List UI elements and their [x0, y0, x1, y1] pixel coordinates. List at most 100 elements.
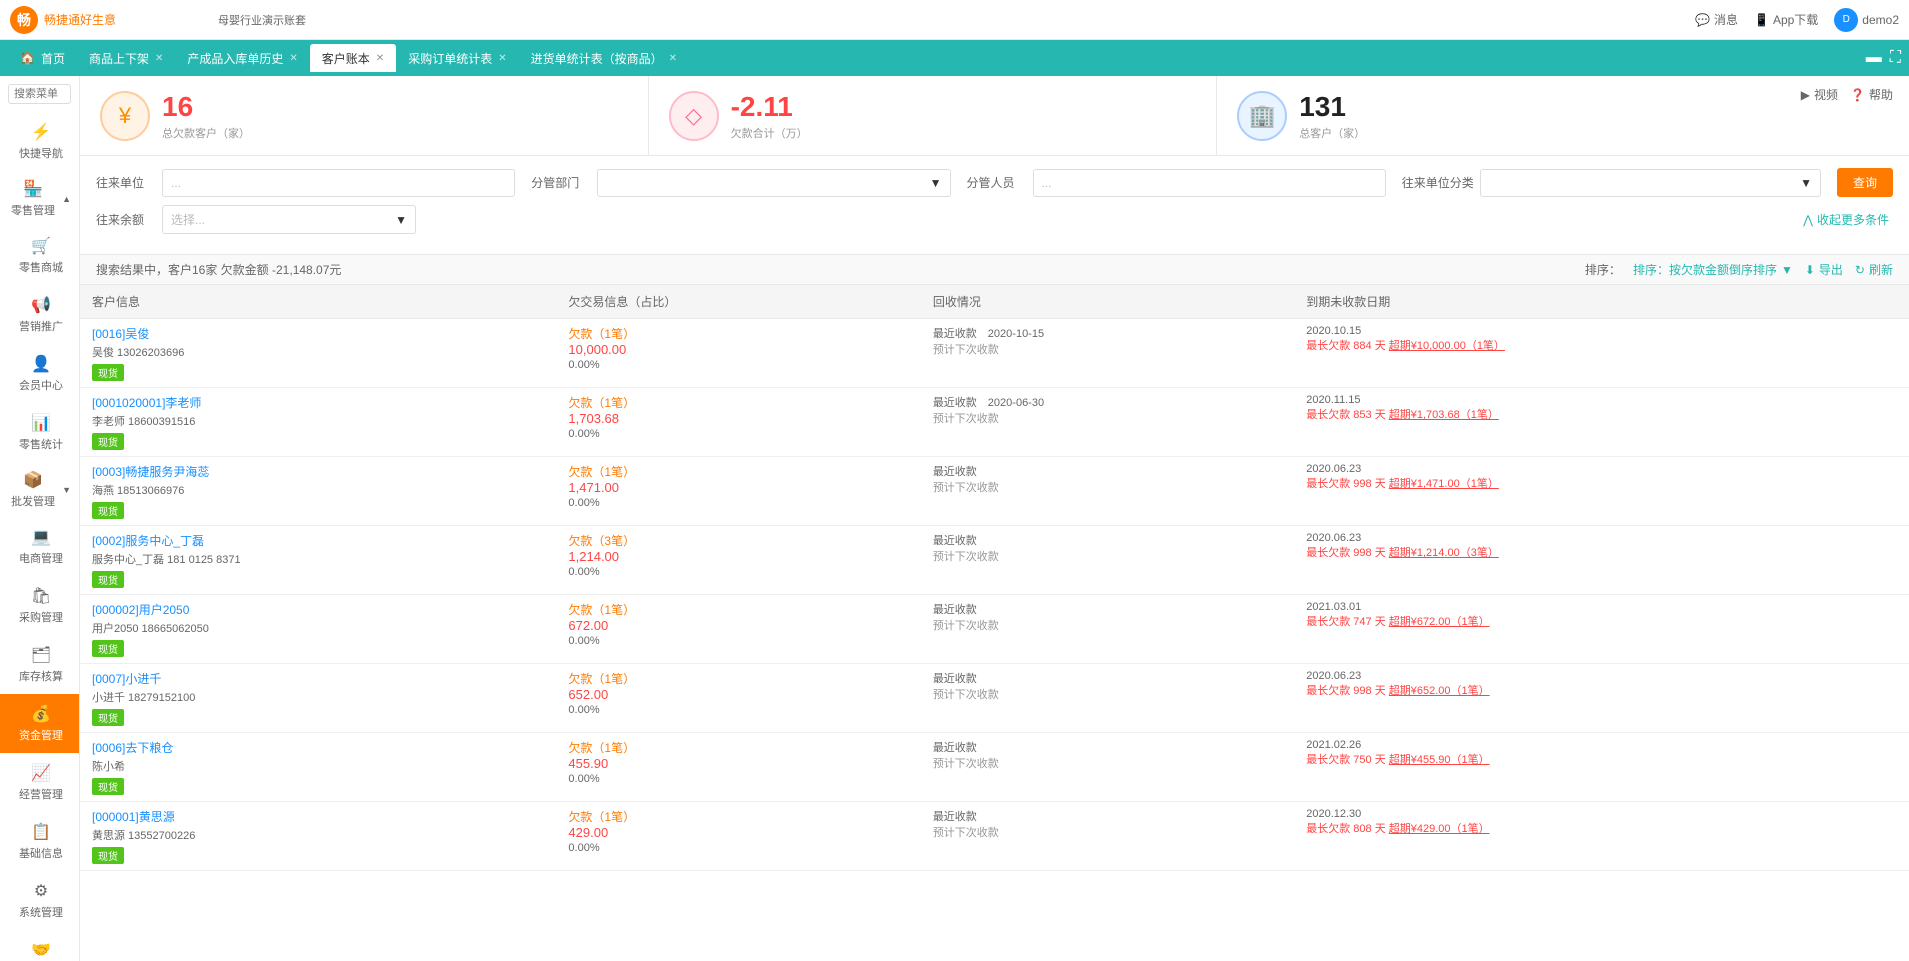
sidebar-item-enterprise[interactable]: 🤝 企业协同: [0, 930, 79, 961]
owe-label-7: 欠款（1笔）: [568, 808, 908, 825]
customer-name-6[interactable]: [0006]去下粮仓: [92, 739, 544, 756]
sidebar-item-retail-stats[interactable]: 📊 零售统计: [0, 403, 79, 462]
sort-label: 排序：按欠款金额倒序排序: [1633, 261, 1777, 278]
overdue-link-5[interactable]: 超期¥652.00（1笔）: [1389, 685, 1490, 697]
overdue-link-4[interactable]: 超期¥672.00（1笔）: [1389, 616, 1490, 628]
recent-payment-6: 最近收款: [933, 739, 1282, 755]
sidebar-item-retail-mall[interactable]: 🛒 零售商城: [0, 226, 79, 285]
customer-name-7[interactable]: [000001]黄思源: [92, 808, 544, 825]
overdue-link-0[interactable]: 超期¥10,000.00（1笔）: [1389, 340, 1505, 352]
owe-amount-4[interactable]: 672.00: [568, 618, 908, 633]
video-btn[interactable]: ▶ 视频: [1801, 86, 1838, 103]
refresh-icon: ↻: [1855, 263, 1865, 277]
sidebar-item-member[interactable]: 👤 会员中心: [0, 344, 79, 403]
customer-name-2[interactable]: [0003]畅捷服务尹海蕊: [92, 463, 544, 480]
filter-unit-category-dropdown[interactable]: ▼: [1480, 169, 1821, 197]
overdue-link-2[interactable]: 超期¥1,471.00（1笔）: [1389, 478, 1499, 490]
col-owe-info: 欠交易信息（占比）: [556, 285, 920, 319]
table-row: [0003]畅捷服务尹海蕊 海燕 18513066976 现货 欠款（1笔） 1…: [80, 457, 1909, 526]
owe-amount-2[interactable]: 1,471.00: [568, 480, 908, 495]
owe-amount-7[interactable]: 429.00: [568, 825, 908, 840]
overdue-link-1[interactable]: 超期¥1,703.68（1笔）: [1389, 409, 1499, 421]
cell-owe-info-7: 欠款（1笔） 429.00 0.00%: [556, 802, 920, 871]
customer-name-4[interactable]: [000002]用户2050: [92, 601, 544, 618]
tab-product-offline-close[interactable]: ✕: [155, 53, 163, 64]
filter-dept-dropdown[interactable]: ▼: [597, 169, 950, 197]
sidebar-item-basic-info[interactable]: 📋 基础信息: [0, 812, 79, 871]
collapse-filter-btn[interactable]: ⋀ 收起更多条件: [1799, 207, 1893, 232]
overdue-link-6[interactable]: 超期¥455.90（1笔）: [1389, 754, 1490, 766]
retail-stats-icon: 📊: [31, 413, 51, 433]
app-download-btn[interactable]: 📱 App下载: [1754, 11, 1818, 28]
customer-name-5[interactable]: [0007]小进千: [92, 670, 544, 687]
sidebar-item-ecommerce[interactable]: 💻 电商管理: [0, 517, 79, 576]
overdue-link-7[interactable]: 超期¥429.00（1笔）: [1389, 823, 1490, 835]
customer-tag-6: 现货: [92, 778, 124, 795]
tab-customer-account-close[interactable]: ✕: [376, 53, 384, 64]
tab-inbound-stats-close[interactable]: ✕: [669, 53, 677, 64]
cell-payment-status-3: 最近收款 预计下次收款: [921, 526, 1294, 595]
batch-mgmt-arrow: ▼: [62, 485, 71, 495]
cell-customer-info-6: [0006]去下粮仓 陈小希 现货: [80, 733, 556, 802]
tab-inbound-stats[interactable]: 进货单统计表（按商品） ✕: [519, 44, 689, 72]
chevron-down-icon-2: ▼: [1800, 176, 1812, 190]
cell-owe-info-4: 欠款（1笔） 672.00 0.00%: [556, 595, 920, 664]
filter-person-input[interactable]: ...: [1033, 169, 1386, 197]
member-icon: 👤: [31, 354, 51, 374]
maximize-icon[interactable]: ⛶: [1890, 49, 1901, 67]
batch-mgmt-icon: 📦: [23, 470, 43, 490]
sort-dropdown[interactable]: 排序：按欠款金额倒序排序 ▼: [1633, 261, 1793, 278]
message-btn[interactable]: 💬 消息: [1695, 11, 1738, 28]
owe-amount-6[interactable]: 455.90: [568, 756, 908, 771]
tab-product-history-close[interactable]: ✕: [289, 53, 297, 64]
search-input[interactable]: [8, 84, 71, 104]
stock-check-icon: 🗂: [31, 645, 51, 665]
sidebar-item-quick-nav[interactable]: ⚡ 快捷导航: [0, 112, 79, 171]
sidebar-item-marketing[interactable]: 📢 营销推广: [0, 285, 79, 344]
customer-name-0[interactable]: [0016]吴俊: [92, 325, 544, 342]
customer-name-1[interactable]: [0001020001]李老师: [92, 394, 544, 411]
tab-home-label: 首页: [41, 50, 65, 67]
tab-purchase-order[interactable]: 采购订单统计表 ✕: [396, 44, 518, 72]
tab-product-offline-label: 商品上下架: [89, 50, 149, 67]
customer-phone-6: 陈小希: [92, 758, 544, 774]
customer-tag-7: 现货: [92, 847, 124, 864]
sidebar-item-purchase-mgmt[interactable]: 🛍 采购管理: [0, 576, 79, 635]
tab-product-offline[interactable]: 商品上下架 ✕: [77, 44, 175, 72]
stat-debt-customers-info: 16 总欠款客户（家）: [162, 91, 250, 141]
tab-product-history[interactable]: 产成品入库单历史 ✕: [175, 44, 309, 72]
user-menu[interactable]: D demo2: [1834, 8, 1899, 32]
owe-amount-1[interactable]: 1,703.68: [568, 411, 908, 426]
search-button[interactable]: 查询: [1837, 168, 1893, 197]
sidebar-item-batch-mgmt[interactable]: 📦 批发管理 ▼: [0, 462, 79, 517]
table-row: [0016]吴俊 吴俊 13026203696 现货 欠款（1笔） 10,000…: [80, 319, 1909, 388]
cell-customer-info-5: [0007]小进千 小进千 18279152100 现货: [80, 664, 556, 733]
filter-customer-unit-input[interactable]: ...: [162, 169, 515, 197]
sidebar-item-stock-check[interactable]: 🗂 库存核算: [0, 635, 79, 694]
cell-due-date-7: 2020.12.30 最长欠款 808 天 超期¥429.00（1笔）: [1294, 802, 1909, 871]
refresh-btn[interactable]: ↻ 刷新: [1855, 261, 1893, 278]
sidebar-item-fund-mgmt[interactable]: 💰 资金管理: [0, 694, 79, 753]
filter-balance-dropdown[interactable]: 选择... ▼: [162, 205, 416, 234]
table-header-row: 客户信息 欠交易信息（占比） 回收情况 到期未收款日期: [80, 285, 1909, 319]
export-btn[interactable]: ⬇ 导出: [1805, 261, 1843, 278]
tab-home[interactable]: 🏠 首页: [8, 44, 77, 72]
overdue-link-3[interactable]: 超期¥1,214.00（3笔）: [1389, 547, 1499, 559]
tab-purchase-order-close[interactable]: ✕: [498, 53, 506, 64]
owe-amount-5[interactable]: 652.00: [568, 687, 908, 702]
customer-name-3[interactable]: [0002]服务中心_丁磊: [92, 532, 544, 549]
table-row: [0001020001]李老师 李老师 18600391516 现货 欠款（1笔…: [80, 388, 1909, 457]
sidebar-item-retail-mgmt[interactable]: 🏪 零售管理 ▲: [0, 171, 79, 226]
sidebar-item-biz-mgmt[interactable]: 📈 经营管理: [0, 753, 79, 812]
message-icon: 💬: [1695, 13, 1710, 27]
owe-amount-3[interactable]: 1,214.00: [568, 549, 908, 564]
help-btn[interactable]: ❓ 帮助: [1850, 86, 1893, 103]
due-date-1: 2020.11.15: [1306, 394, 1897, 406]
sidebar-item-sys-mgmt[interactable]: ⚙ 系统管理: [0, 871, 79, 930]
owe-amount-0[interactable]: 10,000.00: [568, 342, 908, 357]
minimize-icon[interactable]: ▬: [1866, 49, 1882, 67]
table-row: [0006]去下粮仓 陈小希 现货 欠款（1笔） 455.90 0.00% 最近…: [80, 733, 1909, 802]
app-download-label: App下载: [1773, 11, 1818, 28]
sidebar-item-retail-mgmt-label: 零售管理: [11, 202, 55, 218]
tab-customer-account[interactable]: 客户账本 ✕: [310, 44, 396, 72]
